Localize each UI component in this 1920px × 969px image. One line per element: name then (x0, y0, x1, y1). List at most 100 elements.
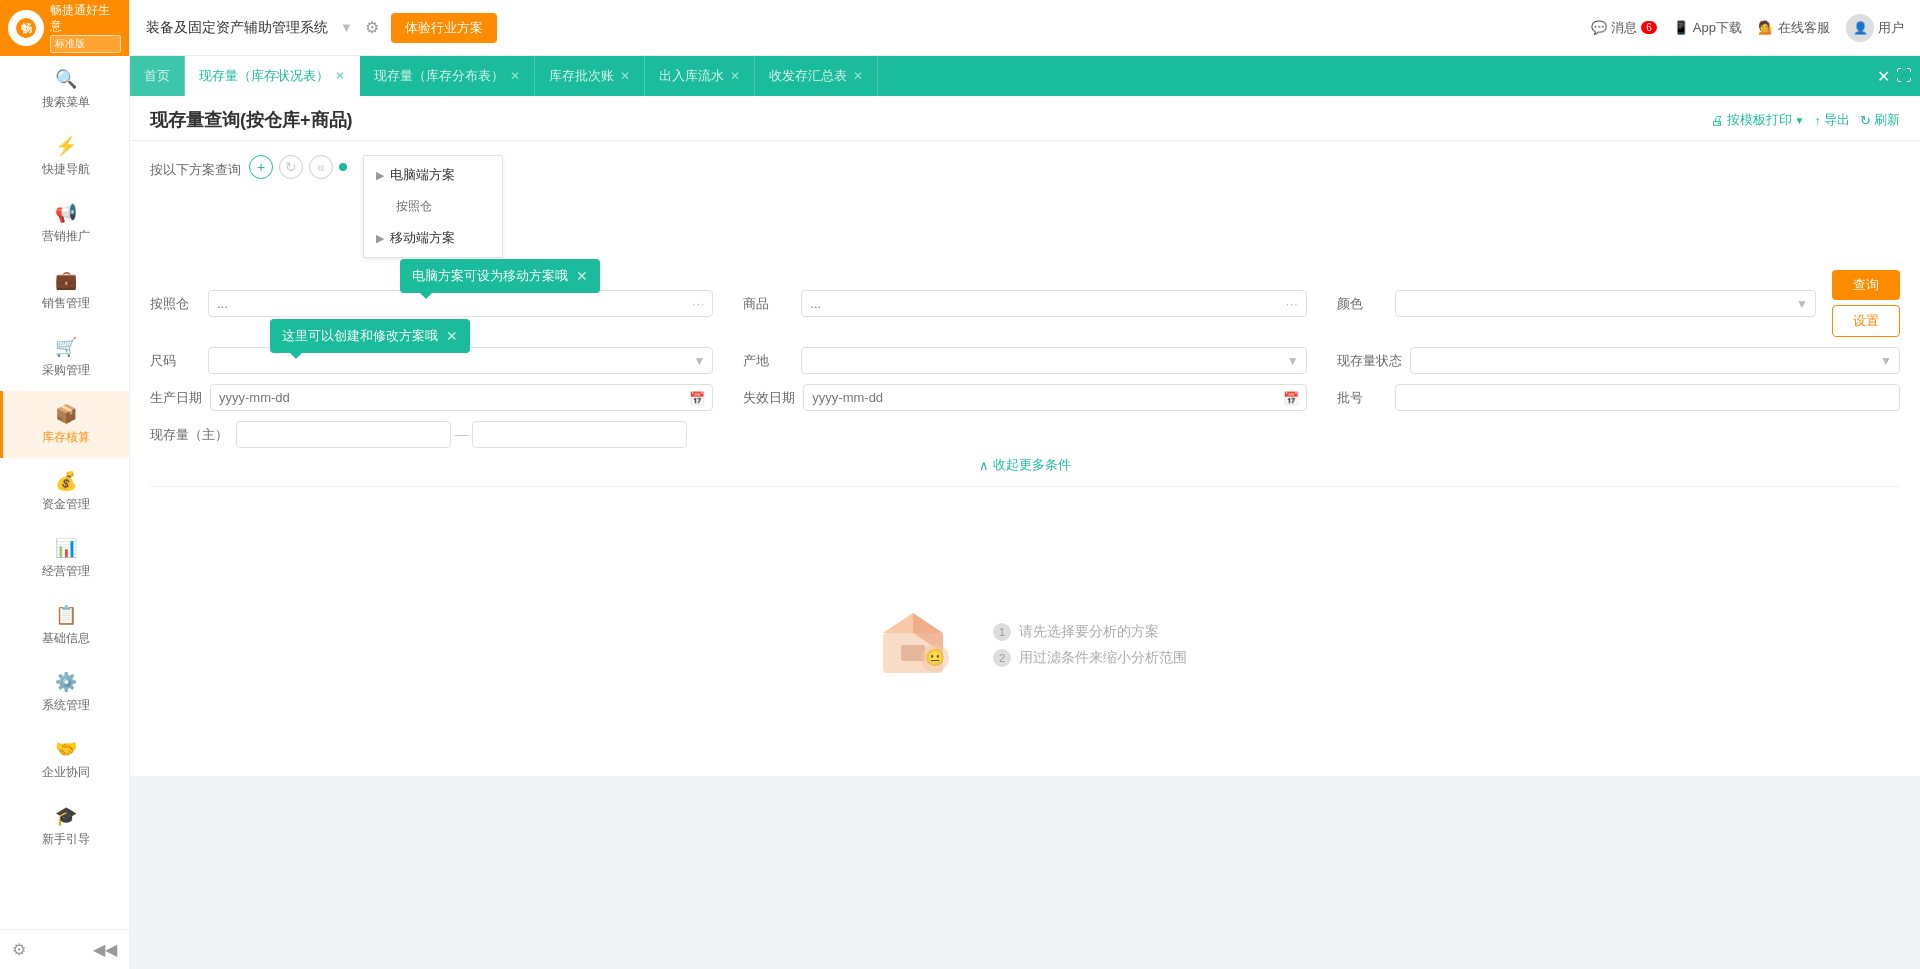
query-button[interactable]: 查询 (1832, 270, 1900, 300)
tab-home-label: 首页 (144, 67, 170, 85)
tab-flow[interactable]: 出入库流水 ✕ (645, 56, 755, 96)
production-date-label: 生产日期 (150, 389, 202, 407)
sidebar-item-basics[interactable]: 📋 基础信息 (0, 592, 129, 659)
sidebar-item-inventory[interactable]: 📦 库存核算 (0, 391, 129, 458)
nav-icon: ⚡ (55, 135, 77, 157)
topbar-dropdown-icon[interactable]: ▼ (340, 20, 353, 35)
message-item[interactable]: 💬 消息 6 (1591, 19, 1657, 37)
sidebar-item-finance[interactable]: 💰 资金管理 (0, 458, 129, 525)
tabs-bar: 首页 现存量（库存状况表） ✕ 现存量（库存分布表） ✕ 库存批次账 ✕ 出入库… (130, 56, 1920, 96)
expiry-date-input[interactable] (803, 384, 1306, 411)
color-input-wrap: ▼ (1395, 290, 1816, 317)
tab-inventory-dist-label: 现存量（库存分布表） (374, 67, 504, 85)
collapse-up-icon: ∧ (979, 458, 989, 473)
expiry-date-label: 失效日期 (743, 389, 795, 407)
sidebar-item-nav[interactable]: ⚡ 快捷导航 (0, 123, 129, 190)
stock-main-max-input[interactable] (472, 421, 687, 448)
sidebar-item-label: 营销推广 (42, 228, 90, 245)
tab-batch-label: 库存批次账 (549, 67, 614, 85)
filter-batch: 批号 (1337, 384, 1900, 411)
page-title: 现存量查询(按仓库+商品) (150, 108, 353, 132)
sidebar-bottom: ⚙ ◀◀ (0, 929, 129, 969)
sidebar-item-label: 销售管理 (42, 295, 90, 312)
tip-num-1: 1 (993, 623, 1011, 641)
filter-color: 颜色 ▼ 查询 设置 (1337, 270, 1900, 337)
filter-production-date: 生产日期 📅 (150, 384, 713, 411)
color-select[interactable] (1395, 290, 1816, 317)
filter-scheme-row: 按以下方案查询 + ↻ « ▶ 电脑端方案 (150, 155, 1900, 258)
system-icon: ⚙️ (55, 671, 77, 693)
sales-icon: 💼 (55, 269, 77, 291)
back-scheme-button[interactable]: « (309, 155, 333, 179)
production-date-input[interactable] (210, 384, 713, 411)
user-item[interactable]: 👤 用户 (1846, 14, 1904, 42)
sidebar-item-management[interactable]: 📊 经营管理 (0, 525, 129, 592)
tooltip1-close-icon[interactable]: ✕ (576, 268, 588, 284)
chevron-icon: ▼ (1795, 115, 1805, 126)
filter-stock-main: 现存量（主） — (150, 421, 713, 448)
refresh-scheme-button[interactable]: ↻ (279, 155, 303, 179)
sidebar-item-sales[interactable]: 💼 销售管理 (0, 257, 129, 324)
sidebar-item-system[interactable]: ⚙️ 系统管理 (0, 659, 129, 726)
sidebar-item-marketing[interactable]: 📢 营销推广 (0, 190, 129, 257)
template-print-button[interactable]: 🖨 按模板打印 ▼ (1711, 111, 1805, 129)
avatar: 👤 (1846, 14, 1874, 42)
size-label: 尺码 (150, 352, 200, 370)
warehouse-input[interactable] (208, 290, 713, 317)
purchase-icon: 🛒 (55, 336, 77, 358)
app-download-item[interactable]: 📱 App下载 (1673, 19, 1742, 37)
export-button[interactable]: ↑ 导出 (1815, 111, 1851, 129)
sidebar-item-label: 新手引导 (42, 831, 90, 848)
scheme-desktop-label: 电脑端方案 (390, 166, 455, 184)
sidebar-item-search[interactable]: 🔍 搜索菜单 (0, 56, 129, 123)
scheme-tree-desktop[interactable]: ▶ 电脑端方案 (364, 160, 502, 190)
tab-home[interactable]: 首页 (130, 56, 185, 96)
production-date-input-wrap: 📅 (210, 384, 713, 411)
sidebar: 畅 畅捷通好生意 标准版 🔍 搜索菜单 ⚡ 快捷导航 📢 营销推广 💼 销售管理… (0, 0, 130, 969)
sidebar-item-guide[interactable]: 🎓 新手引导 (0, 793, 129, 860)
tab-close-icon[interactable]: ✕ (335, 69, 345, 83)
tooltip2-close-icon[interactable]: ✕ (446, 328, 458, 344)
tab-summary[interactable]: 收发存汇总表 ✕ (755, 56, 878, 96)
goods-input[interactable] (801, 290, 1306, 317)
experience-button[interactable]: 体验行业方案 (391, 13, 497, 43)
tooltip2-text: 这里可以创建和修改方案哦 (282, 327, 438, 345)
origin-select[interactable] (801, 347, 1306, 374)
tab-close-icon[interactable]: ✕ (620, 69, 630, 83)
tab-close-icon[interactable]: ✕ (853, 69, 863, 83)
collapse-text: 收起更多条件 (993, 456, 1071, 474)
stock-main-min-input[interactable] (236, 421, 451, 448)
tab-inventory-dist[interactable]: 现存量（库存分布表） ✕ (360, 56, 535, 96)
topbar-settings-icon[interactable]: ⚙ (365, 18, 379, 37)
scheme-tree-sub1[interactable]: 按照仓 (384, 192, 502, 221)
sidebar-item-purchase[interactable]: 🛒 采购管理 (0, 324, 129, 391)
maximize-button[interactable]: ⛶ (1896, 67, 1912, 85)
scheme-buttons: + ↻ « (249, 155, 347, 179)
setting-button[interactable]: 设置 (1832, 305, 1900, 337)
close-all-tabs-button[interactable]: ✕ (1877, 67, 1890, 86)
tab-close-icon[interactable]: ✕ (510, 69, 520, 83)
topbar: 装备及固定资产辅助管理系统 ▼ ⚙ 体验行业方案 💬 消息 6 📱 App下载 … (130, 0, 1920, 56)
tab-close-icon[interactable]: ✕ (730, 69, 740, 83)
tab-batch[interactable]: 库存批次账 ✕ (535, 56, 645, 96)
scheme-panel-container: ▶ 电脑端方案 按照仓 ▶ 移动端方案 (363, 155, 503, 258)
batch-input[interactable] (1395, 384, 1900, 411)
collapse-bar[interactable]: ∧ 收起更多条件 (150, 448, 1900, 482)
stock-main-label: 现存量（主） (150, 426, 228, 444)
stock-status-select[interactable] (1410, 347, 1900, 374)
sidebar-item-label: 企业协同 (42, 764, 90, 781)
inventory-icon: 📦 (55, 403, 77, 425)
settings-bottom-icon[interactable]: ⚙ (12, 940, 26, 959)
filter-expiry-date: 失效日期 📅 (743, 384, 1306, 411)
page-content: 现存量查询(按仓库+商品) 🖨 按模板打印 ▼ ↑ 导出 ↻ 刷新 (130, 96, 1920, 969)
sidebar-item-collab[interactable]: 🤝 企业协同 (0, 726, 129, 793)
goods-input-wrap: ··· (801, 290, 1306, 317)
empty-state: 😐 1 请先选择要分析的方案 2 用过滤条件来缩小分析范围 (130, 513, 1920, 776)
add-scheme-button[interactable]: + (249, 155, 273, 179)
collapse-sidebar-icon[interactable]: ◀◀ (93, 940, 117, 959)
refresh-button[interactable]: ↻ 刷新 (1860, 111, 1900, 129)
tab-inventory-status[interactable]: 现存量（库存状况表） ✕ (185, 56, 360, 96)
page-header: 现存量查询(按仓库+商品) 🖨 按模板打印 ▼ ↑ 导出 ↻ 刷新 (130, 96, 1920, 141)
online-support-item[interactable]: 💁 在线客服 (1758, 19, 1830, 37)
scheme-tree-mobile[interactable]: ▶ 移动端方案 (364, 223, 502, 253)
